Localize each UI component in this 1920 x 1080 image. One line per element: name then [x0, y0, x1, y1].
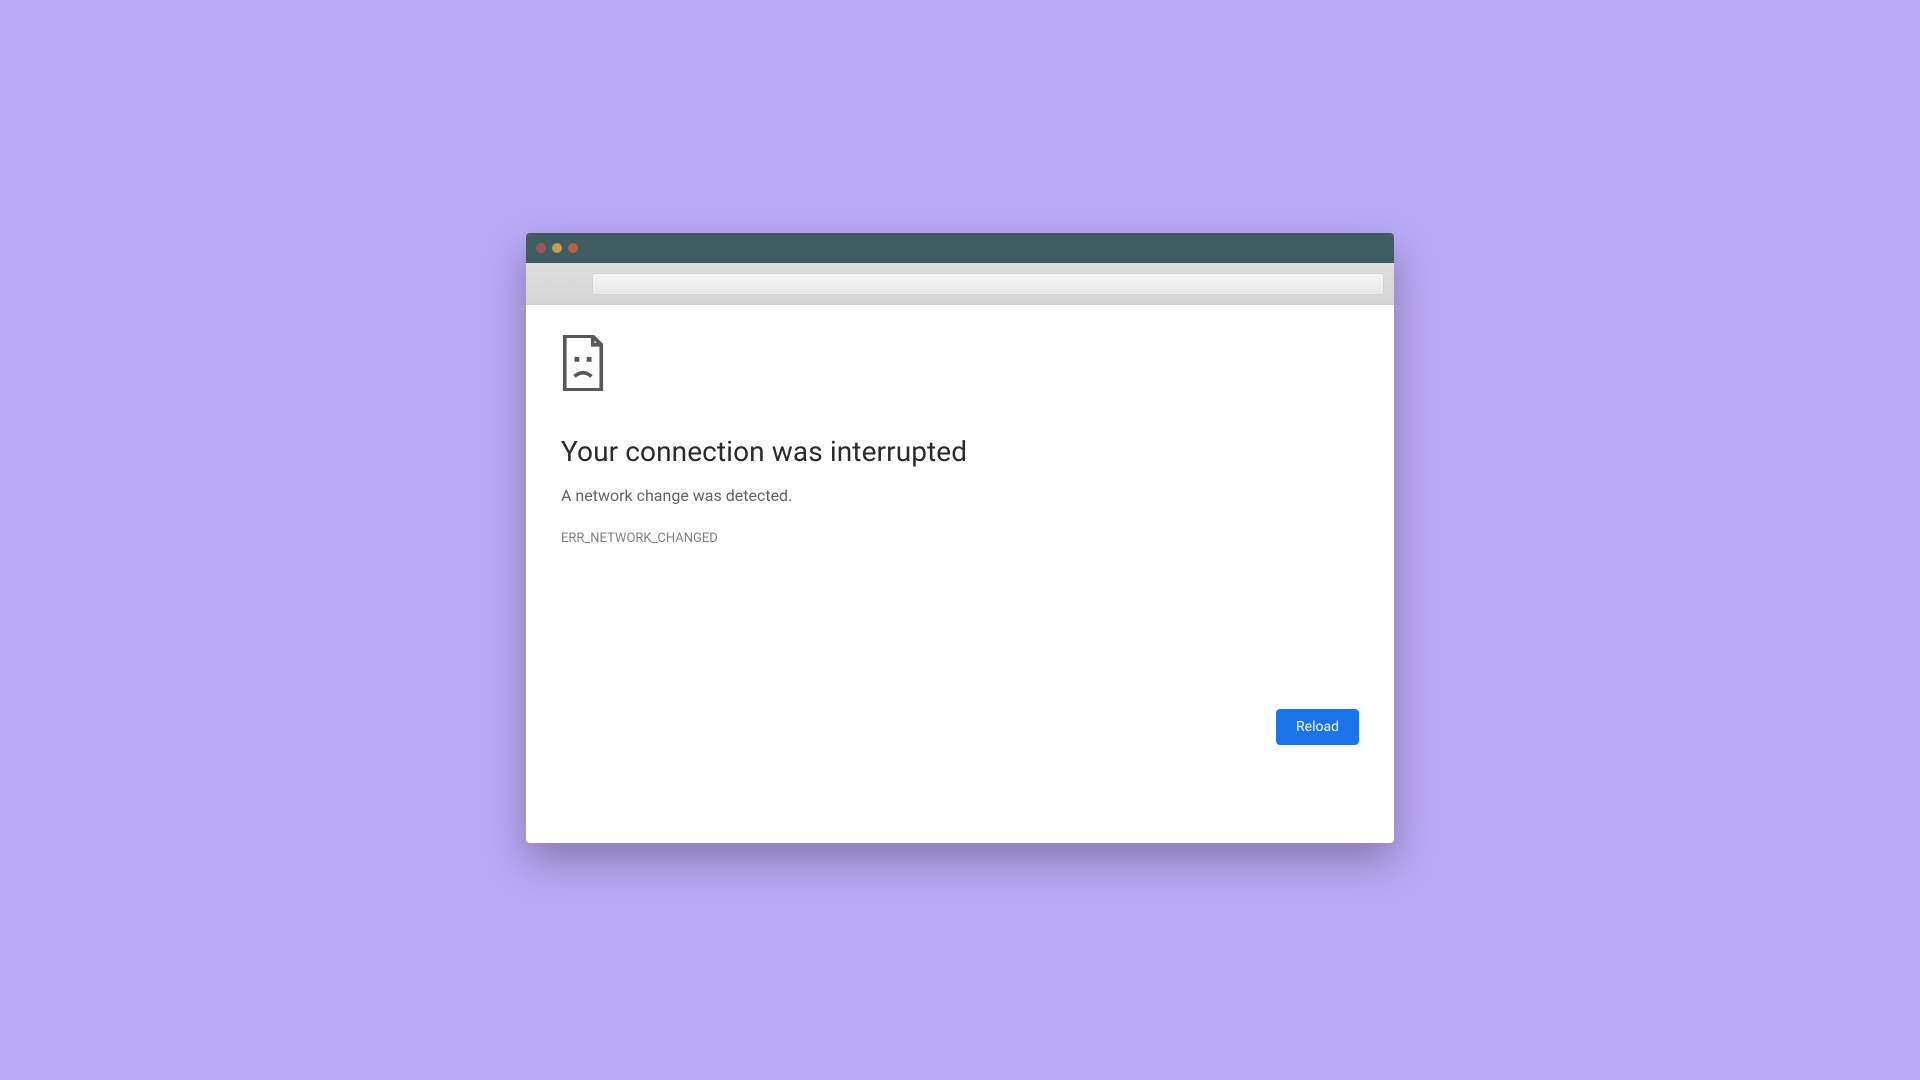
browser-window: Your connection was interrupted A networ…: [526, 233, 1394, 843]
address-bar[interactable]: [592, 273, 1384, 295]
traffic-light-close-icon[interactable]: [536, 243, 546, 253]
error-title: Your connection was interrupted: [561, 435, 1359, 468]
error-subtitle: A network change was detected.: [561, 486, 1359, 505]
window-titlebar: [526, 233, 1394, 263]
nav-forward-button[interactable]: [564, 273, 586, 295]
sad-page-icon: [561, 335, 605, 391]
traffic-light-zoom-icon[interactable]: [568, 243, 578, 253]
network-error-block: Your connection was interrupted A networ…: [561, 335, 1359, 546]
page-content: Your connection was interrupted A networ…: [526, 305, 1394, 843]
nav-back-button[interactable]: [536, 273, 558, 295]
browser-toolbar: [526, 263, 1394, 305]
stage-background: Your connection was interrupted A networ…: [0, 0, 1920, 1080]
chevron-right-icon: [570, 279, 580, 289]
chevron-left-icon: [542, 279, 552, 289]
traffic-light-minimize-icon[interactable]: [552, 243, 562, 253]
reload-button[interactable]: Reload: [1276, 709, 1359, 745]
error-code: ERR_NETWORK_CHANGED: [561, 531, 1359, 546]
